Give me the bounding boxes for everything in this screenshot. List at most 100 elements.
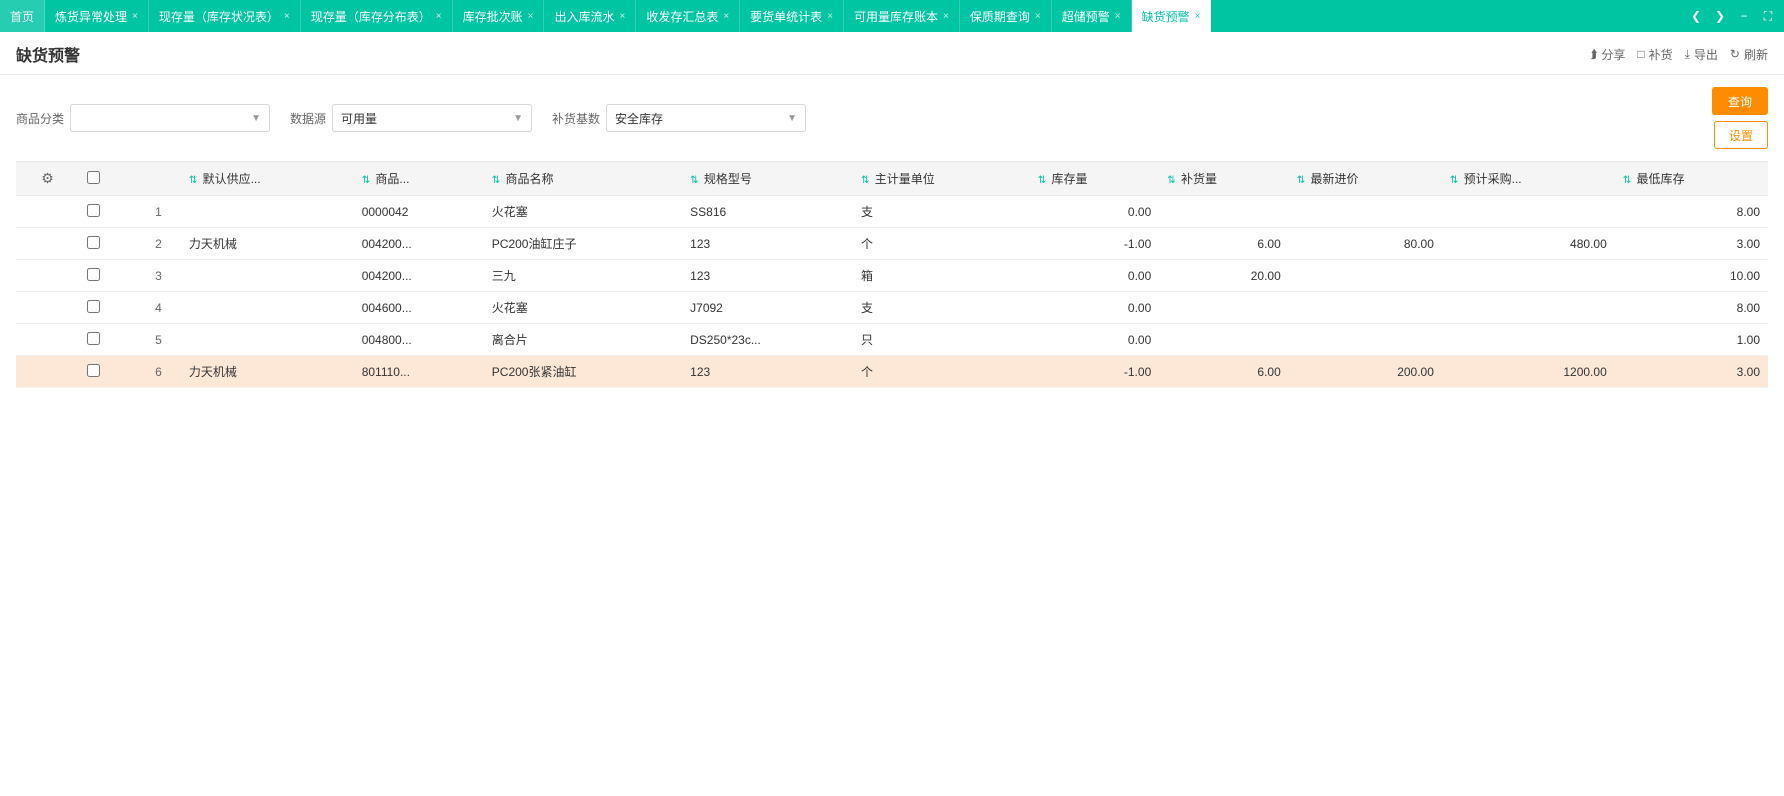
nav-tab-inventory-dist-close[interactable]: ×: [436, 11, 442, 22]
nav-tab-batch-account-label: 库存批次账: [463, 8, 523, 25]
nav-tab-exception[interactable]: 炼货异常处理 ×: [45, 0, 149, 32]
row-latest-price-cell: [1289, 292, 1442, 324]
nav-tab-batch-account[interactable]: 库存批次账 ×: [453, 0, 545, 32]
col-stock-header[interactable]: ⇅ 库存量: [1030, 162, 1160, 196]
row-supplier-cell: [181, 196, 354, 228]
row-latest-price-cell: 200.00: [1289, 356, 1442, 388]
nav-tab-exception-label: 炼货异常处理: [55, 8, 127, 25]
nav-tab-collect-summary[interactable]: 收发存汇总表 ×: [636, 0, 740, 32]
row-checkbox[interactable]: [87, 236, 100, 249]
col-unit-header[interactable]: ⇅ 主计量单位: [853, 162, 1030, 196]
row-product-name-cell: PC200张紧油缸: [484, 356, 682, 388]
col-est-purchase-header[interactable]: ⇅ 预计采购...: [1442, 162, 1615, 196]
est-purchase-sort-icon: ⇅: [1450, 175, 1458, 186]
row-checkbox[interactable]: [87, 300, 100, 313]
row-checkbox[interactable]: [87, 332, 100, 345]
row-checkbox-cell[interactable]: [79, 356, 136, 388]
table-container: ⚙ ⇅ 默认供应... ⇅ 商品... ⇅: [0, 161, 1784, 404]
category-filter-group: 商品分类 ▼: [16, 104, 270, 132]
nav-tab-inventory-status[interactable]: 现存量（库存状况表） ×: [149, 0, 301, 32]
row-num-cell: 4: [136, 292, 181, 324]
nav-tab-available-ledger[interactable]: 可用量库存账本 ×: [844, 0, 960, 32]
row-checkbox[interactable]: [87, 204, 100, 217]
page-header: 缺货预警 ⮭ 分享 □ 补货 ⤓ 导出 ↻ 刷新: [0, 32, 1784, 75]
col-product-code-label: 商品...: [375, 172, 409, 186]
col-spec-header[interactable]: ⇅ 规格型号: [682, 162, 853, 196]
row-checkbox-cell[interactable]: [79, 292, 136, 324]
filter-bar: 商品分类 ▼ 数据源 可用量 ▼ 补货基数 安全库存 ▼ 查询: [0, 75, 1784, 161]
row-product-code-cell: 0000042: [354, 196, 484, 228]
category-select[interactable]: ▼: [70, 104, 270, 132]
row-spec-cell: 123: [682, 260, 853, 292]
row-product-name-cell: 离合片: [484, 324, 682, 356]
refresh-action[interactable]: ↻ 刷新: [1730, 46, 1768, 63]
row-checkbox-cell[interactable]: [79, 260, 136, 292]
nav-prev-button[interactable]: ❮: [1684, 4, 1708, 28]
nav-tab-exception-close[interactable]: ×: [132, 11, 138, 22]
nav-tab-overstock-warn[interactable]: 超储预警 ×: [1052, 0, 1132, 32]
unit-sort-icon: ⇅: [861, 175, 869, 186]
row-est-purchase-cell: 1200.00: [1442, 356, 1615, 388]
row-settings-cell: [16, 260, 79, 292]
settings-button[interactable]: 设置: [1714, 121, 1768, 149]
nav-tab-expiry-query[interactable]: 保质期查询 ×: [960, 0, 1052, 32]
nav-tab-shortage-warn-close[interactable]: ×: [1195, 11, 1201, 22]
col-product-name-header[interactable]: ⇅ 商品名称: [484, 162, 682, 196]
col-settings-header[interactable]: ⚙: [16, 162, 79, 196]
product-code-sort-icon: ⇅: [362, 175, 370, 186]
row-checkbox-cell[interactable]: [79, 196, 136, 228]
row-settings-cell: [16, 228, 79, 260]
row-stock-cell: 0.00: [1030, 292, 1160, 324]
nav-maximize-button[interactable]: ⛶: [1756, 4, 1780, 28]
restock-action[interactable]: □ 补货: [1637, 46, 1672, 63]
row-checkbox-cell[interactable]: [79, 324, 136, 356]
nav-tab-inout-flow[interactable]: 出入库流水 ×: [544, 0, 636, 32]
col-latest-price-header[interactable]: ⇅ 最新进价: [1289, 162, 1442, 196]
col-checkbox-header[interactable]: [79, 162, 136, 196]
nav-tab-shortage-warn[interactable]: 缺货预警 ×: [1132, 0, 1212, 32]
row-stock-cell: -1.00: [1030, 356, 1160, 388]
col-min-stock-header[interactable]: ⇅ 最低库存: [1615, 162, 1768, 196]
row-checkbox[interactable]: [87, 364, 100, 377]
nav-tab-collect-summary-close[interactable]: ×: [723, 11, 729, 22]
table-row: 5 004800... 离合片 DS250*23c... 只 0.00 1.00: [16, 324, 1768, 356]
nav-tab-overstock-warn-close[interactable]: ×: [1115, 11, 1121, 22]
export-action[interactable]: ⤓ 导出: [1685, 46, 1718, 63]
row-checkbox[interactable]: [87, 268, 100, 281]
row-unit-cell: 支: [853, 292, 1030, 324]
nav-tab-expiry-query-close[interactable]: ×: [1035, 11, 1041, 22]
row-min-stock-cell: 1.00: [1615, 324, 1768, 356]
refresh-label: 刷新: [1744, 46, 1768, 63]
row-checkbox-cell[interactable]: [79, 228, 136, 260]
nav-tab-inventory-dist[interactable]: 现存量（库存分布表） ×: [301, 0, 453, 32]
export-label: 导出: [1694, 46, 1718, 63]
col-rownum-header: [136, 162, 181, 196]
col-supplier-header[interactable]: ⇅ 默认供应...: [181, 162, 354, 196]
nav-minimize-button[interactable]: −: [1732, 4, 1756, 28]
select-all-checkbox[interactable]: [87, 171, 100, 184]
nav-tab-inout-flow-close[interactable]: ×: [619, 11, 625, 22]
nav-tab-requisition-stat-close[interactable]: ×: [827, 11, 833, 22]
nav-tab-requisition-stat[interactable]: 要货单统计表 ×: [740, 0, 844, 32]
restock-base-select[interactable]: 安全库存 ▼: [606, 104, 806, 132]
row-unit-cell: 个: [853, 356, 1030, 388]
nav-next-button[interactable]: ❯: [1708, 4, 1732, 28]
datasource-select[interactable]: 可用量 ▼: [332, 104, 532, 132]
col-product-code-header[interactable]: ⇅ 商品...: [354, 162, 484, 196]
share-action[interactable]: ⮭ 分享: [1590, 46, 1625, 63]
row-num-cell: 1: [136, 196, 181, 228]
nav-tab-batch-account-close[interactable]: ×: [528, 11, 534, 22]
row-settings-cell: [16, 196, 79, 228]
col-restock-header[interactable]: ⇅ 补货量: [1159, 162, 1289, 196]
share-label: 分享: [1601, 46, 1625, 63]
query-button[interactable]: 查询: [1712, 87, 1768, 115]
nav-tab-inout-flow-label: 出入库流水: [554, 8, 614, 25]
gear-icon[interactable]: ⚙: [40, 171, 56, 187]
row-supplier-cell: 力天机械: [181, 228, 354, 260]
nav-tab-available-ledger-close[interactable]: ×: [943, 11, 949, 22]
row-num-cell: 3: [136, 260, 181, 292]
nav-tab-inventory-status-close[interactable]: ×: [284, 11, 290, 22]
category-filter-label: 商品分类: [16, 110, 64, 127]
nav-tab-home[interactable]: 首页: [0, 0, 45, 32]
row-restock-cell: [1159, 292, 1289, 324]
